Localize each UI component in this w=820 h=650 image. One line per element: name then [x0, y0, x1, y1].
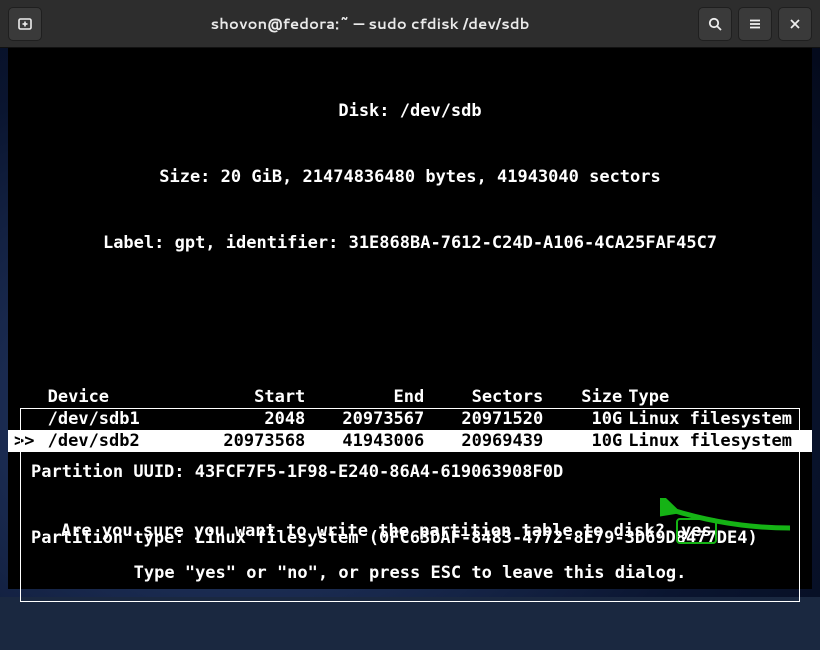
window-title: shovon@fedora:~ — sudo cfdisk /dev/sdb — [50, 13, 690, 34]
new-tab-icon — [17, 16, 33, 32]
dialog-hint: Type "yes" or "no", or press ESC to leav… — [8, 562, 812, 584]
close-icon — [787, 16, 803, 32]
col-device: Device — [48, 386, 196, 408]
window-titlebar: shovon@fedora:~ — sudo cfdisk /dev/sdb — [0, 0, 820, 48]
new-tab-button[interactable] — [8, 7, 42, 41]
col-type: Type — [622, 386, 812, 408]
disk-header: Disk: /dev/sdb — [8, 100, 812, 122]
col-sectors: Sectors — [424, 386, 543, 408]
disk-label-line: Label: gpt, identifier: 31E868BA-7612-C2… — [8, 232, 812, 254]
confirm-answer-input[interactable]: yes — [676, 518, 717, 544]
search-icon — [707, 16, 723, 32]
search-button[interactable] — [698, 7, 732, 41]
hamburger-icon — [747, 16, 763, 32]
close-button[interactable] — [778, 7, 812, 41]
col-start: Start — [196, 386, 305, 408]
col-end: End — [305, 386, 424, 408]
confirm-question: Are you sure you want to write the parti… — [61, 521, 675, 541]
table-header: Device Start End Sectors Size Type — [8, 386, 812, 408]
disk-size-line: Size: 20 GiB, 21474836480 bytes, 4194304… — [8, 166, 812, 188]
col-size: Size — [543, 386, 622, 408]
menu-button[interactable] — [738, 7, 772, 41]
confirm-prompt: Are you sure you want to write the parti… — [20, 496, 717, 566]
partition-uuid: Partition UUID: 43FCF7F5-1F98-E240-86A4-… — [31, 461, 789, 483]
terminal-output[interactable]: Disk: /dev/sdb Size: 20 GiB, 21474836480… — [8, 48, 812, 589]
